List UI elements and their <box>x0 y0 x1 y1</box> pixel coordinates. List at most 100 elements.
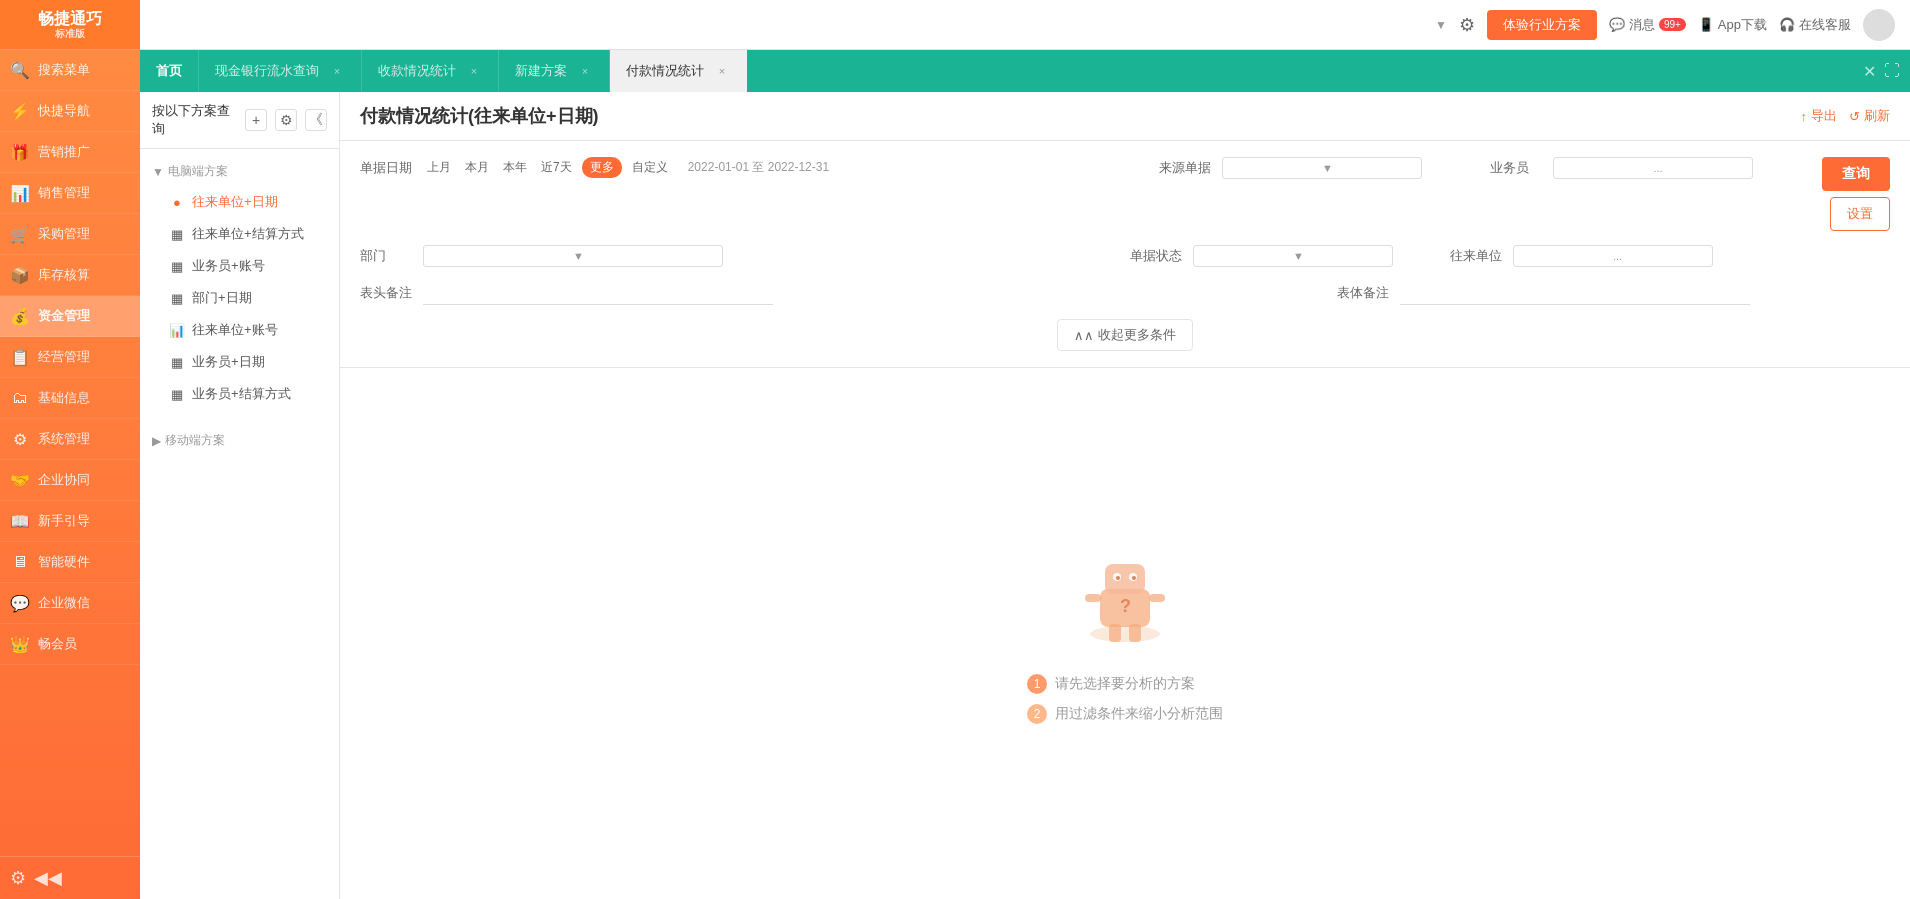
tab-home[interactable]: 首页 <box>140 50 199 92</box>
folder-icon: 🗂 <box>10 388 30 408</box>
sidebar: 畅捷通巧 标准版 🔍 搜索菜单 ⚡ 快捷导航 🎁 营销推广 📊 销售管理 🛒 采… <box>0 0 140 899</box>
tab-close-all-icon[interactable]: ✕ <box>1863 62 1876 81</box>
box-icon: 📦 <box>10 265 30 285</box>
dept-arrow-icon: ▼ <box>573 250 714 262</box>
body-note-input[interactable] <box>1400 281 1750 305</box>
scheme-unit-account[interactable]: 📊 往来单位+账号 <box>140 314 339 346</box>
trial-button[interactable]: 体验行业方案 <box>1487 10 1597 40</box>
filter-row-3: 表头备注 表体备注 <box>360 281 1890 305</box>
staff-date-icon: ▦ <box>168 353 186 371</box>
doc-status-select[interactable]: ▼ <box>1193 245 1393 267</box>
dropdown-arrow-icon[interactable]: ▼ <box>1435 18 1447 32</box>
svg-rect-8 <box>1149 594 1165 602</box>
export-btn[interactable]: ↑ 导出 <box>1801 107 1838 125</box>
scheme-settings-btn[interactable]: ⚙ <box>275 109 297 131</box>
desktop-section: ▼ 电脑端方案 ● 往来单位+日期 ▦ 往来单位+结算方式 ▦ 业务员+账号 ▦ <box>140 149 339 418</box>
sidebar-item-sales[interactable]: 📊 销售管理 <box>0 173 140 214</box>
user-avatar[interactable] <box>1863 9 1895 41</box>
header-note-input[interactable] <box>423 281 773 305</box>
tab-bank[interactable]: 现金银行流水查询 × <box>199 50 362 92</box>
clipboard-icon: 📋 <box>10 347 30 367</box>
source-label: 来源单据 <box>1159 159 1214 177</box>
scheme-staff-account[interactable]: ▦ 业务员+账号 <box>140 250 339 282</box>
this-year-opt[interactable]: 本年 <box>499 157 531 178</box>
tab-new-close[interactable]: × <box>577 63 593 79</box>
refresh-btn[interactable]: ↺ 刷新 <box>1849 107 1890 125</box>
last7days-opt[interactable]: 近7天 <box>537 157 576 178</box>
staff-settle-icon: ▦ <box>168 385 186 403</box>
more-opt[interactable]: 更多 <box>582 157 622 178</box>
sidebar-item-finance[interactable]: 💰 资金管理 <box>0 296 140 337</box>
online-service-btn[interactable]: 🎧 在线客服 <box>1779 16 1851 34</box>
source-select[interactable]: ▼ <box>1222 157 1422 179</box>
sidebar-item-system[interactable]: ⚙ 系统管理 <box>0 419 140 460</box>
date-range-display[interactable]: 2022-01-01 至 2022-12-31 <box>688 159 829 176</box>
step1-num: 1 <box>1027 674 1047 694</box>
collapse-panel-btn[interactable]: 《 <box>305 109 327 131</box>
custom-opt[interactable]: 自定义 <box>628 157 672 178</box>
sidebar-header: 畅捷通巧 标准版 <box>0 0 140 50</box>
dept-label: 部门 <box>360 247 415 265</box>
sidebar-item-business[interactable]: 📋 经营管理 <box>0 337 140 378</box>
main-area: ▼ ⚙ 体验行业方案 💬 消息 99+ 📱 App下载 🎧 在线客服 首页 现金… <box>140 0 1910 899</box>
mobile-section-header[interactable]: ▶ 移动端方案 <box>140 426 339 455</box>
sidebar-item-wechat[interactable]: 💬 企业微信 <box>0 583 140 624</box>
empty-step-2: 2 用过滤条件来缩小分析范围 <box>1027 704 1223 724</box>
unit-ellipsis-icon: ... <box>1613 250 1704 262</box>
sidebar-item-purchase[interactable]: 🛒 采购管理 <box>0 214 140 255</box>
chat-icon: 💬 <box>10 593 30 613</box>
collapse-sidebar-icon[interactable]: ◀◀ <box>34 867 62 889</box>
sidebar-item-search[interactable]: 🔍 搜索菜单 <box>0 50 140 91</box>
sidebar-item-nav[interactable]: ⚡ 快捷导航 <box>0 91 140 132</box>
staff-label: 业务员 <box>1490 159 1545 177</box>
gear-icon: ⚙ <box>10 429 30 449</box>
filter-row-1: 单据日期 上月 本月 本年 近7天 更多 自定义 2022-01-01 至 20… <box>360 157 1890 231</box>
scheme-staff-date[interactable]: ▦ 业务员+日期 <box>140 346 339 378</box>
dept-select[interactable]: ▼ <box>423 245 723 267</box>
sidebar-item-marketing[interactable]: 🎁 营销推广 <box>0 132 140 173</box>
sidebar-item-collab[interactable]: 🤝 企业协同 <box>0 460 140 501</box>
sidebar-nav: 🔍 搜索菜单 ⚡ 快捷导航 🎁 营销推广 📊 销售管理 🛒 采购管理 📦 库存核… <box>0 50 140 856</box>
app-download-btn[interactable]: 📱 App下载 <box>1698 16 1767 34</box>
step2-num: 2 <box>1027 704 1047 724</box>
tab-receipt-close[interactable]: × <box>466 63 482 79</box>
scheme-staff-settle[interactable]: ▦ 业务员+结算方式 <box>140 378 339 410</box>
tab-bank-close[interactable]: × <box>329 63 345 79</box>
this-month-opt[interactable]: 本月 <box>461 157 493 178</box>
tab-receipt[interactable]: 收款情况统计 × <box>362 50 499 92</box>
sidebar-item-inventory[interactable]: 📦 库存核算 <box>0 255 140 296</box>
scheme-dept-date[interactable]: ▦ 部门+日期 <box>140 282 339 314</box>
staff-select[interactable]: ... <box>1553 157 1753 179</box>
tab-expand-icon[interactable]: ⛶ <box>1884 62 1900 80</box>
sidebar-item-guide[interactable]: 📖 新手引导 <box>0 501 140 542</box>
tab-payment-close[interactable]: × <box>714 63 730 79</box>
desktop-section-header[interactable]: ▼ 电脑端方案 <box>140 157 339 186</box>
source-filter-group: 来源单据 ▼ <box>1159 157 1471 179</box>
message-icon: 💬 <box>1609 17 1625 32</box>
svg-point-0 <box>1090 626 1160 642</box>
tab-payment[interactable]: 付款情况统计 × <box>610 50 747 92</box>
scheme-unit-date[interactable]: ● 往来单位+日期 <box>140 186 339 218</box>
settings-footer-icon[interactable]: ⚙ <box>10 867 26 889</box>
query-button[interactable]: 查询 <box>1822 157 1890 191</box>
message-btn[interactable]: 💬 消息 99+ <box>1609 16 1686 34</box>
last-month-opt[interactable]: 上月 <box>423 157 455 178</box>
svg-rect-7 <box>1085 594 1101 602</box>
sidebar-item-basic[interactable]: 🗂 基础信息 <box>0 378 140 419</box>
filter-settings-button[interactable]: 设置 <box>1830 197 1890 231</box>
filter-row-2: 部门 ▼ 单据状态 ▼ 往来单位 <box>360 245 1890 267</box>
svg-rect-10 <box>1129 624 1141 642</box>
left-panel: 按以下方案查询 + ⚙ 《 ▼ 电脑端方案 ● 往来单位+日期 ▦ 往来单位+结… <box>140 92 340 899</box>
export-icon: ↑ <box>1801 109 1808 124</box>
scheme-unit-settle[interactable]: ▦ 往来单位+结算方式 <box>140 218 339 250</box>
sidebar-item-hardware[interactable]: 🖥 智能硬件 <box>0 542 140 583</box>
collapse-filters-btn[interactable]: ∧∧ 收起更多条件 <box>1057 319 1193 351</box>
topbar: ▼ ⚙ 体验行业方案 💬 消息 99+ 📱 App下载 🎧 在线客服 <box>140 0 1910 50</box>
sidebar-item-member[interactable]: 👑 畅会员 <box>0 624 140 665</box>
tab-new[interactable]: 新建方案 × <box>499 50 610 92</box>
svg-point-6 <box>1132 576 1136 580</box>
unit-select[interactable]: ... <box>1513 245 1713 267</box>
finance-icon: 💰 <box>10 306 30 326</box>
topbar-settings-icon[interactable]: ⚙ <box>1459 14 1475 36</box>
add-scheme-btn[interactable]: + <box>245 109 267 131</box>
